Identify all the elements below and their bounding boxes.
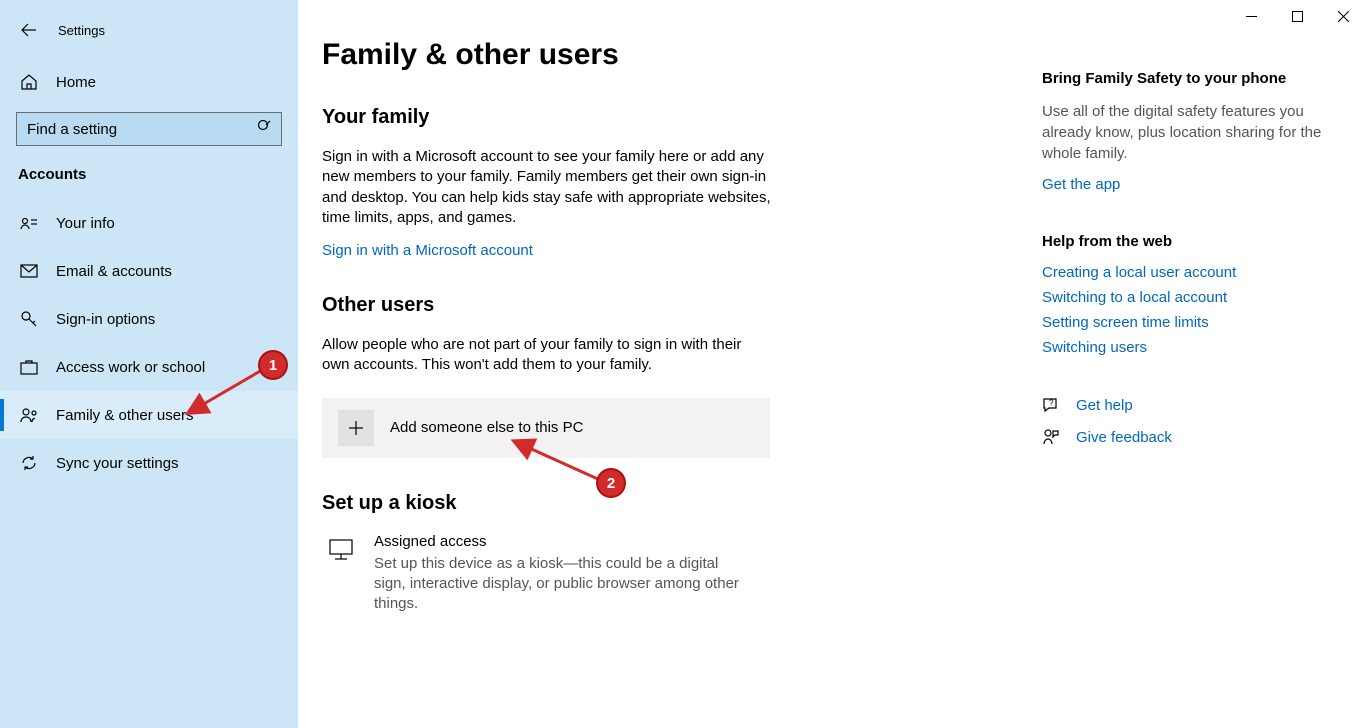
home-label: Home — [56, 74, 96, 91]
main-content: Family & other users Your family Sign in… — [298, 0, 1366, 728]
sidebar-item-sync[interactable]: Sync your settings — [0, 439, 298, 487]
safety-title: Bring Family Safety to your phone — [1042, 70, 1342, 87]
back-button[interactable] — [18, 19, 40, 41]
close-button[interactable] — [1320, 0, 1366, 32]
get-help-link[interactable]: Get help — [1076, 397, 1133, 414]
mail-icon — [20, 264, 40, 278]
sidebar-item-email[interactable]: Email & accounts — [0, 247, 298, 295]
sync-icon — [20, 454, 40, 472]
people-icon — [20, 407, 40, 423]
sidebar: Settings Home Accounts Your info Email &… — [0, 0, 298, 728]
sidebar-item-work-school[interactable]: Access work or school — [0, 343, 298, 391]
sidebar-item-label: Your info — [56, 215, 115, 232]
person-card-icon — [20, 216, 40, 230]
section-your-family: Your family Sign in with a Microsoft acc… — [322, 106, 1042, 260]
svg-text:?: ? — [1049, 399, 1054, 408]
webhelp-link-3[interactable]: Switching users — [1042, 339, 1342, 356]
add-user-label: Add someone else to this PC — [390, 419, 583, 436]
sidebar-item-label: Access work or school — [56, 359, 205, 376]
sidebar-item-label: Email & accounts — [56, 263, 172, 280]
family-heading: Your family — [322, 106, 1042, 129]
webhelp-link-1[interactable]: Switching to a local account — [1042, 289, 1342, 306]
section-other-users: Other users Allow people who are not par… — [322, 294, 1042, 376]
minimize-button[interactable] — [1228, 0, 1274, 32]
search-container — [16, 112, 282, 146]
briefcase-icon — [20, 359, 40, 375]
search-input[interactable] — [16, 112, 282, 146]
kiosk-desc: Set up this device as a kiosk—this could… — [374, 554, 754, 615]
add-user-button[interactable]: Add someone else to this PC — [322, 398, 770, 458]
get-app-link[interactable]: Get the app — [1042, 176, 1342, 193]
signin-microsoft-link[interactable]: Sign in with a Microsoft account — [322, 242, 533, 259]
home-icon — [20, 73, 40, 91]
page-title: Family & other users — [322, 38, 1042, 72]
give-feedback-link[interactable]: Give feedback — [1076, 429, 1172, 446]
webhelp-title: Help from the web — [1042, 233, 1342, 250]
safety-body: Use all of the digital safety features y… — [1042, 101, 1342, 164]
family-body: Sign in with a Microsoft account to see … — [322, 147, 772, 228]
sidebar-item-label: Family & other users — [56, 407, 194, 424]
monitor-icon — [328, 537, 356, 568]
sidebar-item-label: Sync your settings — [56, 455, 179, 472]
maximize-button[interactable] — [1274, 0, 1320, 32]
sidebar-item-label: Sign-in options — [56, 311, 155, 328]
section-kiosk: Set up a kiosk Assigned access Set up th… — [322, 492, 1042, 615]
sidebar-item-signin-options[interactable]: Sign-in options — [0, 295, 298, 343]
sidebar-item-your-info[interactable]: Your info — [0, 199, 298, 247]
window-controls — [1228, 0, 1366, 32]
other-heading: Other users — [322, 294, 1042, 317]
plus-icon — [338, 410, 374, 446]
webhelp-link-0[interactable]: Creating a local user account — [1042, 264, 1342, 281]
webhelp-link-2[interactable]: Setting screen time limits — [1042, 314, 1342, 331]
other-body: Allow people who are not part of your fa… — [322, 335, 772, 376]
home-nav[interactable]: Home — [0, 60, 298, 104]
help-icon: ? — [1042, 396, 1062, 414]
section-accounts-title: Accounts — [0, 166, 298, 183]
key-icon — [20, 310, 40, 328]
info-panel: Bring Family Safety to your phone Use al… — [1042, 38, 1342, 728]
kiosk-title: Assigned access — [374, 533, 754, 550]
search-icon — [257, 119, 272, 139]
sidebar-item-family[interactable]: Family & other users — [0, 391, 298, 439]
feedback-icon — [1042, 428, 1062, 446]
app-title: Settings — [58, 23, 105, 38]
kiosk-heading: Set up a kiosk — [322, 492, 1042, 515]
